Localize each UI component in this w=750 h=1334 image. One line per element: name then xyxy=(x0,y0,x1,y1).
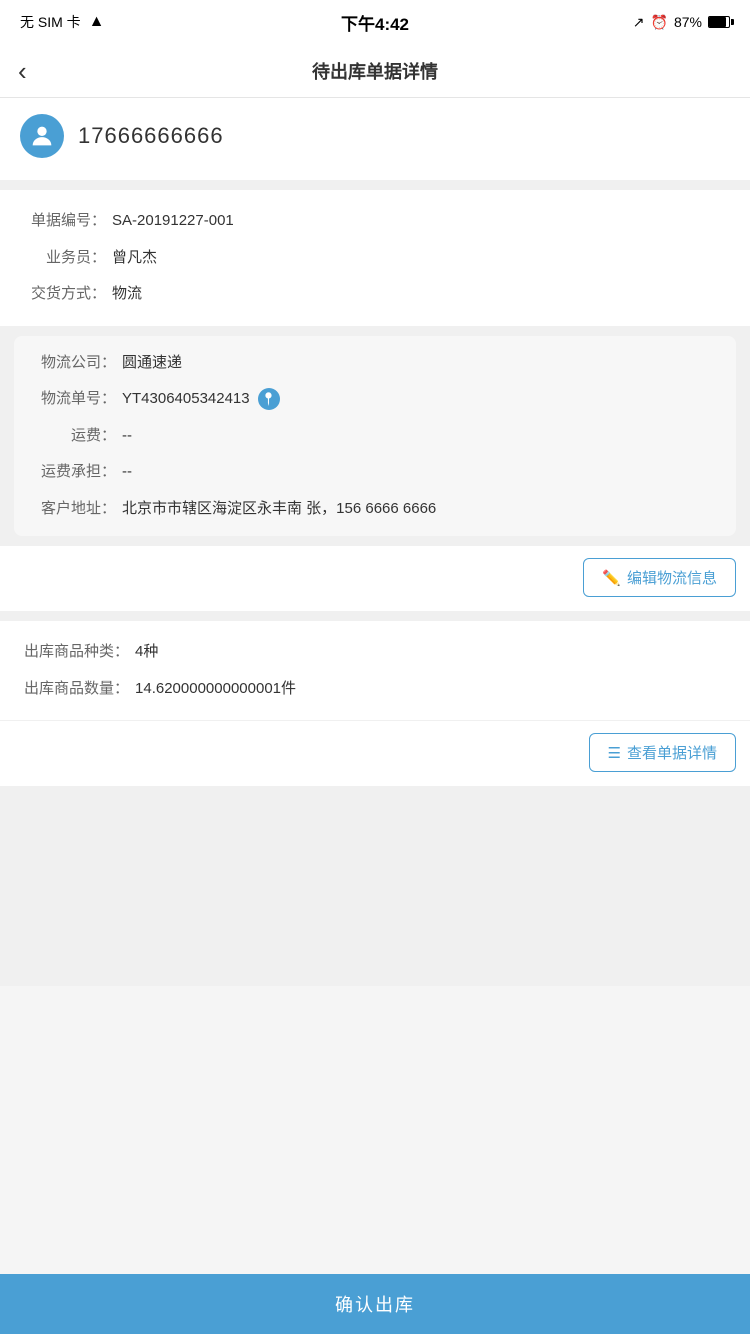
status-bar: 无 SIM 卡 ▲ 下午4:42 ↗ ⏰ 87% xyxy=(0,0,750,44)
confirm-button-label: 确认出库 xyxy=(335,1291,415,1317)
tracking-number-text: YT4306405342413 xyxy=(122,388,250,411)
avatar xyxy=(20,114,64,158)
battery-percent: 87% xyxy=(674,14,702,30)
salesman-row: 业务员： 曾凡杰 xyxy=(24,247,726,270)
view-details-button[interactable]: ☰ 查看单据详情 xyxy=(589,733,736,772)
customer-phone: 17666666666 xyxy=(78,123,224,149)
goods-types-value: 4种 xyxy=(135,641,726,664)
status-left: 无 SIM 卡 ▲ xyxy=(20,12,105,32)
edit-logistics-label: 编辑物流信息 xyxy=(627,567,717,588)
view-details-label: 查看单据详情 xyxy=(627,742,717,763)
back-button[interactable]: ‹ xyxy=(18,58,27,84)
freight-bearer-label: 运费承担： xyxy=(34,461,122,484)
freight-bearer-row: 运费承担： -- xyxy=(34,461,716,484)
customer-address-value: 北京市市辖区海淀区永丰南 张，156 6666 6666 xyxy=(122,498,716,521)
tracking-number-label: 物流单号： xyxy=(34,388,122,411)
goods-types-label: 出库商品种类： xyxy=(24,641,135,664)
order-number-value: SA-20191227-001 xyxy=(112,210,726,233)
section-separator xyxy=(0,611,750,621)
status-right: ↗ ⏰ 87% xyxy=(633,14,730,31)
edit-logistics-section: ✏️ 编辑物流信息 xyxy=(0,546,750,611)
logistics-card: 物流公司： 圆通速递 物流单号： YT4306405342413 运费： -- … xyxy=(14,336,736,537)
logistics-company-label: 物流公司： xyxy=(34,352,122,375)
delivery-method-label: 交货方式： xyxy=(24,283,112,306)
wifi-icon: ▲ xyxy=(89,13,105,31)
goods-quantity-label: 出库商品数量： xyxy=(24,678,135,701)
page-title: 待出库单据详情 xyxy=(312,58,438,84)
bottom-spacer xyxy=(0,786,750,986)
track-location-button[interactable] xyxy=(258,388,280,410)
dashed-divider xyxy=(0,174,750,180)
content-area: 17666666666 单据编号： SA-20191227-001 业务员： 曾… xyxy=(0,98,750,986)
order-number-row: 单据编号： SA-20191227-001 xyxy=(24,210,726,233)
goods-quantity-value: 14.620000000000001件 xyxy=(135,678,726,701)
status-time: 下午4:42 xyxy=(341,10,409,35)
freight-bearer-value: -- xyxy=(122,461,716,484)
edit-icon: ✏️ xyxy=(602,569,621,587)
edit-logistics-button[interactable]: ✏️ 编辑物流信息 xyxy=(583,558,736,597)
freight-value: -- xyxy=(122,425,716,448)
alarm-icon: ⏰ xyxy=(651,14,668,31)
logistics-company-value: 圆通速递 xyxy=(122,352,716,375)
delivery-method-row: 交货方式： 物流 xyxy=(24,283,726,306)
salesman-label: 业务员： xyxy=(24,247,112,270)
user-icon xyxy=(28,122,56,150)
tracking-number-row: 物流单号： YT4306405342413 xyxy=(34,388,716,411)
location-status-icon: ↗ xyxy=(633,14,645,31)
logistics-company-row: 物流公司： 圆通速递 xyxy=(34,352,716,375)
nav-bar: ‹ 待出库单据详情 xyxy=(0,44,750,98)
tracking-number-value-container: YT4306405342413 xyxy=(122,388,716,411)
goods-quantity-row: 出库商品数量： 14.620000000000001件 xyxy=(24,678,726,701)
customer-header: 17666666666 xyxy=(0,98,750,174)
customer-address-label: 客户地址： xyxy=(34,498,122,521)
order-number-label: 单据编号： xyxy=(24,210,112,233)
list-icon: ☰ xyxy=(608,744,621,762)
salesman-value: 曾凡杰 xyxy=(112,247,726,270)
goods-info-card: 出库商品种类： 4种 出库商品数量： 14.620000000000001件 xyxy=(0,621,750,720)
order-info-card: 单据编号： SA-20191227-001 业务员： 曾凡杰 交货方式： 物流 xyxy=(0,190,750,326)
carrier-label: 无 SIM 卡 xyxy=(20,12,81,32)
battery-icon xyxy=(708,16,730,28)
customer-address-row: 客户地址： 北京市市辖区海淀区永丰南 张，156 6666 6666 xyxy=(34,498,716,521)
freight-row: 运费： -- xyxy=(34,425,716,448)
delivery-method-value: 物流 xyxy=(112,283,726,306)
goods-types-row: 出库商品种类： 4种 xyxy=(24,641,726,664)
freight-label: 运费： xyxy=(34,425,122,448)
confirm-bar[interactable]: 确认出库 xyxy=(0,1274,750,1334)
view-details-section: ☰ 查看单据详情 xyxy=(0,720,750,786)
